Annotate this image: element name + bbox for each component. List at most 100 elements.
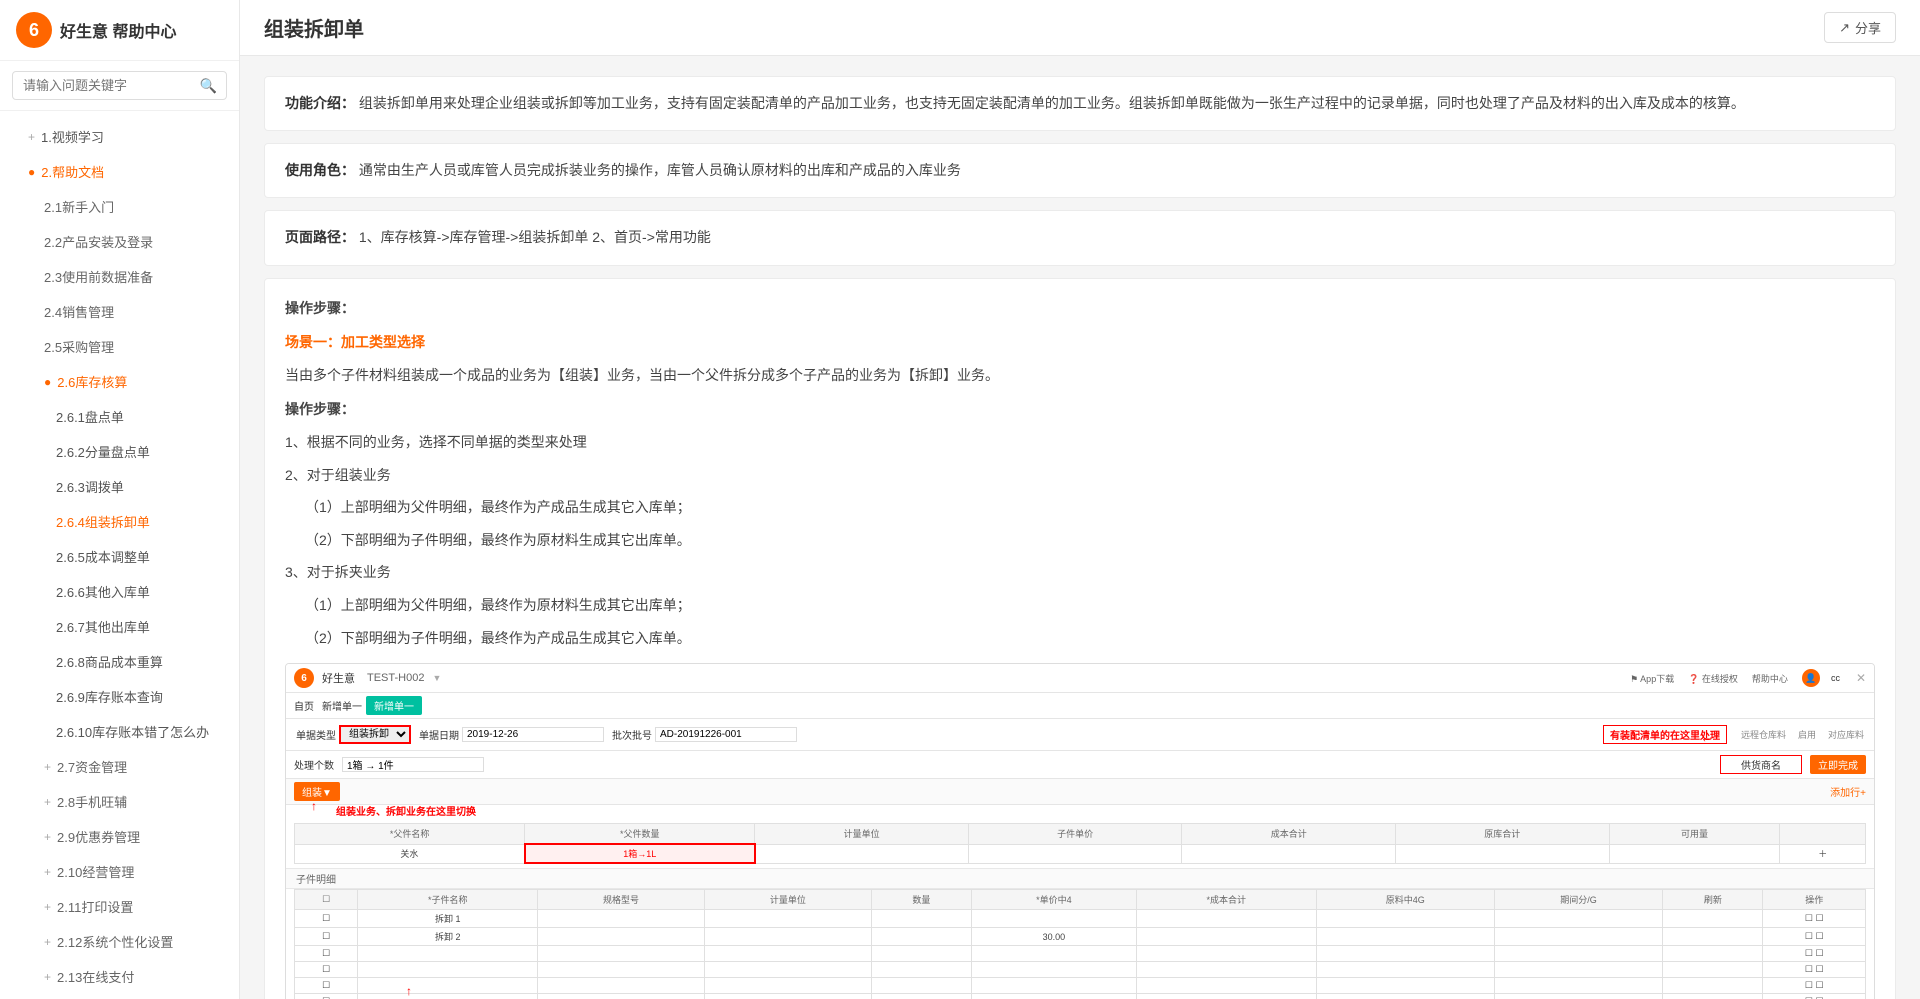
mock-table2: ☐ *子件名称 规格型号 计量单位 数量 *单价中4 *成本合计 原料中4G 期… (294, 889, 1866, 999)
mock-topnav2: ❓ 在线授权 (1688, 672, 1738, 685)
mock-nav-home: 自页 (294, 698, 314, 713)
mock-td1-unit (755, 844, 969, 863)
mock-input-count[interactable] (342, 757, 484, 772)
mock-td1-price (968, 844, 1182, 863)
mock-th2-9: 刷新 (1663, 890, 1763, 910)
search-box[interactable]: 🔍 (0, 61, 239, 111)
sidebar-item-assembly[interactable]: 2.6.4组装拆卸单 (0, 504, 239, 539)
sidebar-item-cost-adj[interactable]: 2.6.5成本调整单 (0, 539, 239, 574)
path-label: 页面路径： (285, 229, 355, 245)
search-input[interactable] (12, 71, 227, 100)
mock-td1-qty: 1箱→1L (525, 844, 755, 863)
role-label: 使用角色： (285, 162, 355, 178)
sidebar-item-customize[interactable]: + 2.12系统个性化设置 (0, 924, 239, 959)
mock-th1-7: 可用量 (1609, 824, 1780, 845)
mock-label-type: 单据类型 (296, 727, 336, 742)
mock-th2-10: 操作 (1763, 890, 1866, 910)
mock-form-row2: 处理个数 供货商名 立即完成 (286, 751, 1874, 779)
sidebar-item-other-in[interactable]: 2.6.6其他入库单 (0, 574, 239, 609)
sidebar-item-goods-cost[interactable]: 2.6.8商品成本重算 (0, 644, 239, 679)
sidebar-header: 6 好生意 帮助中心 (0, 0, 239, 61)
sidebar-item-stock-check[interactable]: 2.6.9库存账本查询 (0, 679, 239, 714)
mock-th1-4: 子件单价 (968, 824, 1182, 845)
sidebar-item-docs[interactable]: ● 2.帮助文档 (0, 154, 239, 189)
mock-app: 6 好生意 TEST-H002 ▼ ⚑ App下载 ❓ 在线授权 帮助中心 👤 … (286, 664, 1874, 999)
mock-form-area: 单据类型 组装拆卸 单据日期 批次批号 (286, 719, 1874, 751)
sidebar-item-split-stock[interactable]: 2.6.2分量盘点单 (0, 434, 239, 469)
circle-icon2: ● (44, 375, 51, 389)
mock-id: TEST-H002 (367, 672, 424, 684)
mock-app-header: 6 好生意 TEST-H002 ▼ ⚑ App下载 ❓ 在线授权 帮助中心 👤 … (286, 664, 1874, 693)
mock-dropdown: ▼ (432, 673, 441, 683)
mock-select-type[interactable]: 组装拆卸 (339, 725, 411, 744)
app-logo: 6 (16, 12, 52, 48)
mock-th1-8 (1780, 824, 1866, 845)
mock-table1-wrapper: *父件名称 *父件数量 计量单位 子件单价 成本合计 原库合计 可用量 (286, 823, 1874, 868)
search-icon: 🔍 (200, 77, 217, 94)
sidebar-item-ops[interactable]: + 2.10经营管理 (0, 854, 239, 889)
mock-search-placeholder: 供货商名 (1741, 761, 1781, 772)
mock-topnav1: ⚑ App下载 (1630, 672, 1674, 685)
sidebar-item-mobile[interactable]: + 2.8手机旺辅 (0, 784, 239, 819)
mock-field-date: 单据日期 (419, 727, 604, 742)
sidebar-item-print[interactable]: + 2.11打印设置 (0, 889, 239, 924)
role-card: 使用角色： 通常由生产人员或库管人员完成拆装业务的操作，库管人员确认原材料的出库… (264, 143, 1896, 198)
intro-card: 功能介绍： 组装拆卸单用来处理企业组装或拆卸等加工业务，支持有固定装配清单的产品… (264, 76, 1896, 131)
mock-input-batch[interactable] (655, 727, 797, 742)
sidebar-item-stock-err[interactable]: 2.6.10库存账本错了怎么办 (0, 714, 239, 749)
sidebar-item-video[interactable]: + 1.视频学习 (0, 119, 239, 154)
mock-nav-btn2: 启用 (1798, 728, 1816, 741)
sidebar-item-adjust[interactable]: 2.6.3调拨单 (0, 469, 239, 504)
share-button[interactable]: ↗ 分享 (1824, 12, 1896, 43)
mock-t2r2-name: 拆卸 2 (358, 928, 538, 946)
step3-1: （1）上部明细为父件明细，最终作为原材料生成其它出库单； (285, 592, 1875, 619)
sidebar-item-other-out[interactable]: 2.6.7其他出库单 (0, 609, 239, 644)
sidebar-item-faq[interactable]: + 2.14常见问题 (0, 994, 239, 999)
sidebar-item-stock-take[interactable]: 2.6.1盘点单 (0, 399, 239, 434)
mock-td1-ops: ＋ (1780, 844, 1866, 863)
top-bar: 组装拆卸单 ↗ 分享 (240, 0, 1920, 56)
plus6-icon: + (44, 900, 51, 914)
sidebar-item-purchase[interactable]: 2.5采购管理 (0, 329, 239, 364)
scene-desc: 当由多个子件材料组装成一个成品的业务为【组装】业务，当由一个父件拆分成多个子产品… (285, 362, 1875, 389)
sidebar-item-install[interactable]: 2.2产品安装及登录 (0, 224, 239, 259)
mock-active-tab: 新增单一 (366, 696, 422, 715)
mock-td1-cost (1182, 844, 1396, 863)
steps-title: 操作步骤： (285, 396, 1875, 423)
plus4-icon: + (44, 830, 51, 844)
mock-nav-btn3: 对应库料 (1828, 728, 1864, 741)
mock-table1: *父件名称 *父件数量 计量单位 子件单价 成本合计 原库合计 可用量 (294, 823, 1866, 864)
mock-th1-1: *父件名称 (295, 824, 525, 845)
mock-input-date[interactable] (462, 727, 604, 742)
annotation2-label: 组装业务、拆卸业务在这里切换 (336, 803, 476, 818)
page-title: 组装拆卸单 (264, 13, 364, 42)
plus7-icon: + (44, 935, 51, 949)
step2-2: （2）下部明细为子件明细，最终作为原材料生成其它出库单。 (285, 527, 1875, 554)
plus2-icon: + (44, 760, 51, 774)
mock-th1-2: *父件数量 (525, 824, 755, 845)
sidebar-item-payment[interactable]: + 2.13在线支付 (0, 959, 239, 994)
sidebar-item-finance[interactable]: + 2.7资金管理 (0, 749, 239, 784)
mock-th1-6: 原库合计 (1396, 824, 1610, 845)
mock-username: cc (1831, 673, 1840, 683)
mock-table2-wrapper: ☐ *子件名称 规格型号 计量单位 数量 *单价中4 *成本合计 原料中4G 期… (286, 889, 1874, 999)
sidebar-item-coupon[interactable]: + 2.9优惠券管理 (0, 819, 239, 854)
mock-nav-new: 新增单一 (322, 698, 362, 713)
mock-th2-8: 期间分/G (1494, 890, 1663, 910)
sidebar-item-inventory[interactable]: ● 2.6库存核算 (0, 364, 239, 399)
mock-btn-apply[interactable]: 立即完成 (1810, 755, 1866, 774)
intro-text: 组装拆卸单用来处理企业组装或拆卸等加工业务，支持有固定装配清单的产品加工业务，也… (359, 95, 1745, 111)
arrow2: ↑ (311, 799, 317, 813)
sidebar-item-sales[interactable]: 2.4销售管理 (0, 294, 239, 329)
sidebar: 6 好生意 帮助中心 🔍 + 1.视频学习 ● 2.帮助文档 2.1新手入门 2… (0, 0, 240, 999)
mock-th1-3: 计量单位 (755, 824, 969, 845)
sidebar-item-new[interactable]: 2.1新手入门 (0, 189, 239, 224)
mock-field-type: 单据类型 组装拆卸 (296, 725, 411, 744)
mock-th2-7: 原料中4G (1316, 890, 1494, 910)
mock-topnav3: 帮助中心 (1752, 672, 1788, 685)
step3-2: （2）下部明细为子件明细，最终作为产成品生成其它入库单。 (285, 625, 1875, 652)
sidebar-item-data[interactable]: 2.3使用前数据准备 (0, 259, 239, 294)
content-body: 功能介绍： 组装拆卸单用来处理企业组装或拆卸等加工业务，支持有固定装配清单的产品… (240, 56, 1920, 999)
mock-th2-4: 数量 (871, 890, 971, 910)
nav-list: + 1.视频学习 ● 2.帮助文档 2.1新手入门 2.2产品安装及登录 2.3… (0, 111, 239, 999)
